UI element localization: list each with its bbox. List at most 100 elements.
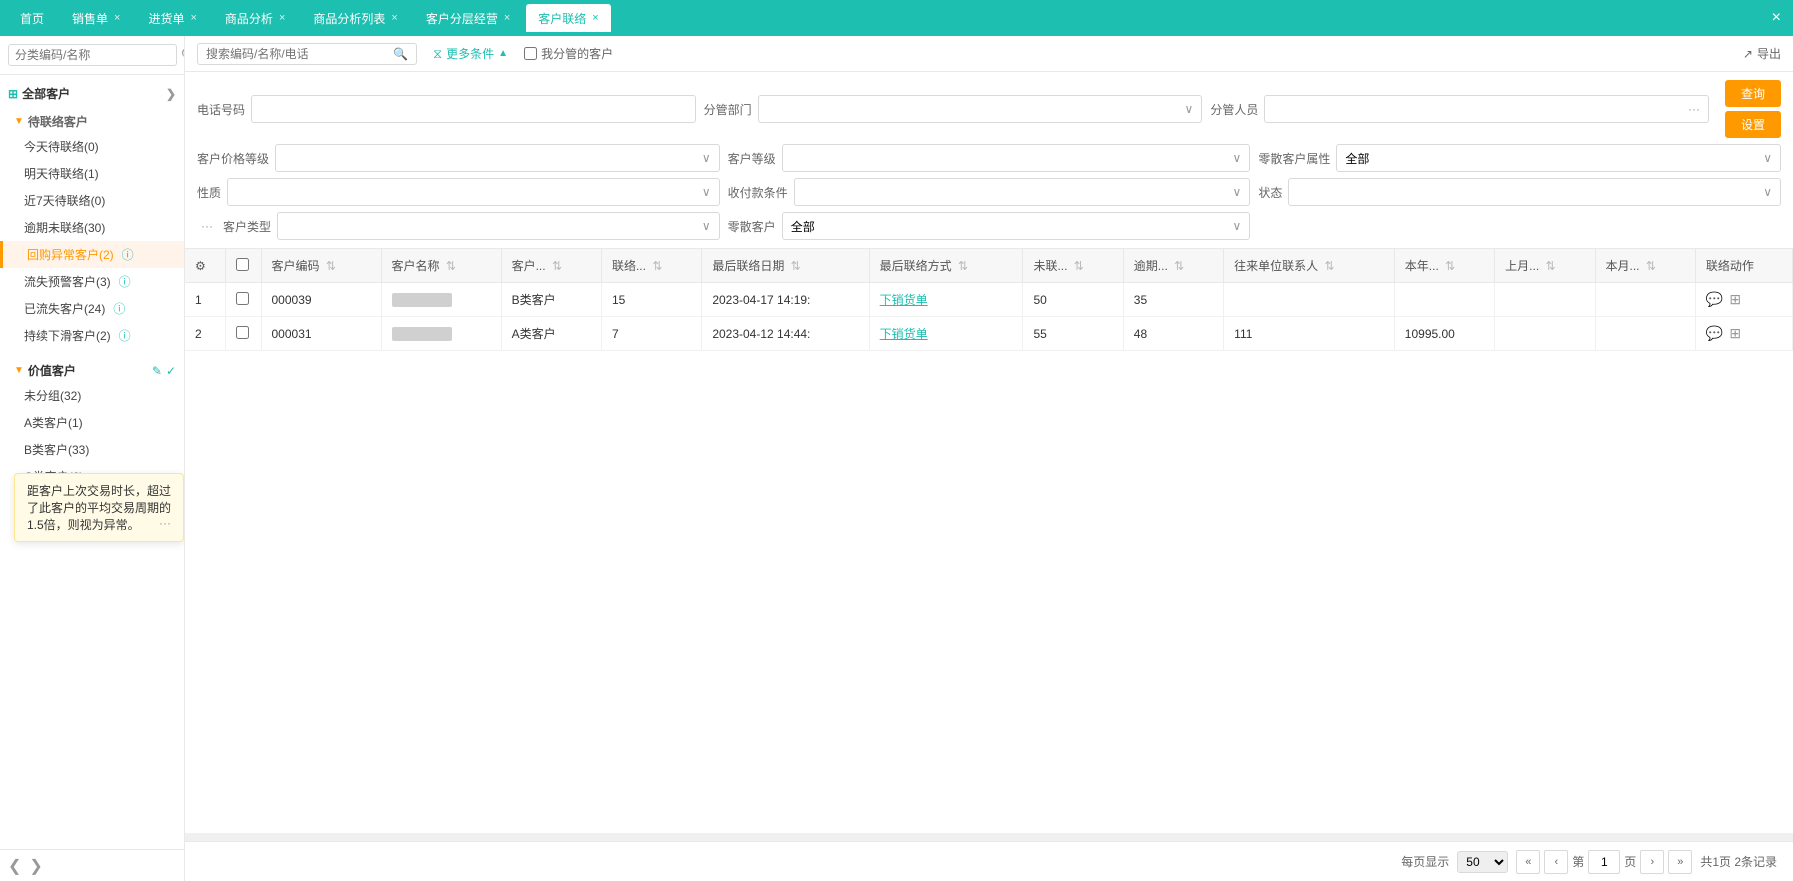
customer-type-field: ··· 客户类型 ∨ bbox=[197, 212, 720, 240]
sidebar-item-decline[interactable]: 持续下滑客户(2) ⓘ bbox=[0, 322, 184, 349]
payment-select[interactable]: ∨ bbox=[794, 178, 1251, 206]
td-overdue-1: 35 bbox=[1123, 283, 1223, 317]
sidebar-item-today[interactable]: 今天待联络(0) bbox=[0, 133, 184, 160]
status-select[interactable]: ∨ bbox=[1288, 178, 1781, 206]
contact-method-link-1[interactable]: 下销货单 bbox=[880, 293, 928, 307]
contact-method-link-2[interactable]: 下销货单 bbox=[880, 327, 928, 341]
sidebar-item-ungroup[interactable]: 未分组(32) bbox=[0, 382, 184, 409]
next-page-btn[interactable]: › bbox=[1640, 850, 1664, 874]
dept-select[interactable]: ∨ bbox=[758, 95, 1203, 123]
more-conditions-btn[interactable]: ⧖ 更多条件 ▲ bbox=[425, 42, 516, 65]
price-level-select[interactable]: ∨ bbox=[275, 144, 720, 172]
export-button[interactable]: ↗ 导出 bbox=[1743, 45, 1781, 62]
customer-level-select[interactable]: ∨ bbox=[782, 144, 1251, 172]
sidebar-next-icon[interactable]: ❯ bbox=[29, 856, 42, 876]
gear-icon[interactable]: ⚙ bbox=[195, 259, 206, 273]
sidebar-all-customers[interactable]: ⊞ 全部客户 ❯ bbox=[0, 79, 184, 108]
collapse-icon[interactable]: ❯ bbox=[166, 87, 176, 101]
content-area: 🔍 ⧖ 更多条件 ▲ 我分管的客户 ↗ 导出 电话号码 bbox=[185, 36, 1793, 881]
sidebar-tree: ⊞ 全部客户 ❯ ▼ 待联络客户 今天待联络(0) 明天待联络(1) 近7天待联… bbox=[0, 75, 184, 849]
sidebar-item-overdue[interactable]: 逾期未联络(30) bbox=[0, 214, 184, 241]
last-page-btn[interactable]: » bbox=[1668, 850, 1692, 874]
sidebar-search-input[interactable] bbox=[8, 44, 177, 66]
customer-name-blur-1 bbox=[392, 293, 452, 307]
grid-action-icon-2[interactable]: ⊞ bbox=[1729, 325, 1741, 342]
select-all-checkbox[interactable] bbox=[236, 258, 249, 271]
customer-type-select[interactable]: ∨ bbox=[277, 212, 720, 240]
prev-page-btn[interactable]: ‹ bbox=[1544, 850, 1568, 874]
sidebar-item-a-class[interactable]: A类客户(1) bbox=[0, 409, 184, 436]
page-size-select[interactable]: 50 100 bbox=[1457, 851, 1508, 873]
nav-home[interactable]: 首页 bbox=[8, 4, 56, 32]
nav-analysis-close[interactable]: × bbox=[279, 12, 285, 24]
sort-overdue-icon[interactable]: ⇅ bbox=[1174, 259, 1184, 273]
nav-purchase-close[interactable]: × bbox=[190, 12, 196, 24]
sort-method-icon[interactable]: ⇅ bbox=[958, 259, 968, 273]
table-row: 1 000039 B类客户 15 2023-04-17 14:19: 下销货单 bbox=[185, 283, 1793, 317]
nav-sales[interactable]: 销售单 × bbox=[60, 4, 132, 32]
sort-this-month-icon[interactable]: ⇅ bbox=[1646, 259, 1656, 273]
my-customers-checkbox-label[interactable]: 我分管的客户 bbox=[524, 45, 613, 62]
manager-select[interactable]: ··· bbox=[1264, 95, 1709, 123]
sort-type-icon[interactable]: ⇅ bbox=[552, 259, 562, 273]
tooltip-close-icon[interactable]: ··· bbox=[159, 516, 171, 530]
sort-contact-icon[interactable]: ⇅ bbox=[652, 259, 662, 273]
first-page-btn[interactable]: « bbox=[1516, 850, 1540, 874]
td-year-1 bbox=[1394, 283, 1494, 317]
phone-field: 电话号码 bbox=[197, 95, 696, 123]
chat-icon-1[interactable]: 💬 bbox=[1706, 291, 1723, 308]
dots-icon[interactable]: ··· bbox=[201, 219, 213, 233]
status-chevron-icon: ∨ bbox=[1763, 185, 1772, 199]
page-number-input[interactable] bbox=[1588, 850, 1620, 874]
td-contact-1: 15 bbox=[601, 283, 701, 317]
my-customers-checkbox[interactable] bbox=[524, 47, 537, 60]
price-customer-label[interactable]: 价值客户 bbox=[28, 362, 76, 379]
horizontal-scrollbar[interactable] bbox=[185, 833, 1793, 841]
sidebar-item-lost[interactable]: 已流失客户(24) ⓘ bbox=[0, 295, 184, 322]
sort-last-month-icon[interactable]: ⇅ bbox=[1546, 259, 1556, 273]
window-close-button[interactable]: × bbox=[1772, 9, 1781, 27]
sidebar-item-tomorrow[interactable]: 明天待联络(1) bbox=[0, 160, 184, 187]
retail-customer-select[interactable]: 全部 ∨ bbox=[782, 212, 1251, 240]
sort-date-icon[interactable]: ⇅ bbox=[791, 259, 801, 273]
nav-customer-contact-close[interactable]: × bbox=[592, 12, 598, 24]
main-search-input[interactable] bbox=[206, 47, 389, 61]
sort-year-icon[interactable]: ⇅ bbox=[1445, 259, 1455, 273]
grid-action-icon-1[interactable]: ⊞ bbox=[1729, 291, 1741, 308]
sidebar-item-7days[interactable]: 近7天待联络(0) bbox=[0, 187, 184, 214]
row1-checkbox[interactable] bbox=[236, 292, 249, 305]
sidebar-item-lose-warn[interactable]: 流失预警客户(3) ⓘ bbox=[0, 268, 184, 295]
sidebar-item-b-class[interactable]: B类客户(33) bbox=[0, 436, 184, 463]
phone-input[interactable] bbox=[251, 95, 696, 123]
nav-customer-tier-close[interactable]: × bbox=[504, 12, 510, 24]
search-icon[interactable]: 🔍 bbox=[393, 47, 408, 61]
nav-customer-contact[interactable]: 客户联络 × bbox=[526, 4, 610, 32]
settings-button[interactable]: 设置 bbox=[1725, 111, 1781, 138]
sort-no-contact-icon[interactable]: ⇅ bbox=[1074, 259, 1084, 273]
td-code-1: 000039 bbox=[261, 283, 381, 317]
edit-icon[interactable]: ✎ bbox=[152, 364, 162, 378]
nav-purchase[interactable]: 进货单 × bbox=[136, 4, 208, 32]
td-name-2 bbox=[381, 317, 501, 351]
nav-analysis-list[interactable]: 商品分析列表 × bbox=[301, 4, 409, 32]
row2-checkbox[interactable] bbox=[236, 326, 249, 339]
td-last-month-2 bbox=[1495, 317, 1595, 351]
nav-analysis-list-close[interactable]: × bbox=[391, 12, 397, 24]
chat-icon-2[interactable]: 💬 bbox=[1706, 325, 1723, 342]
nav-customer-tier[interactable]: 客户分层经营 × bbox=[414, 4, 522, 32]
sidebar-prev-icon[interactable]: ❮ bbox=[8, 856, 21, 876]
sidebar-pending-group[interactable]: ▼ 待联络客户 bbox=[0, 108, 184, 133]
export-icon: ↗ bbox=[1743, 47, 1753, 61]
dept-field: 分管部门 ∨ bbox=[704, 95, 1203, 123]
gender-select[interactable]: ∨ bbox=[227, 178, 720, 206]
nav-analysis[interactable]: 商品分析 × bbox=[213, 4, 297, 32]
sort-code-icon[interactable]: ⇅ bbox=[326, 259, 336, 273]
nav-sales-close[interactable]: × bbox=[114, 12, 120, 24]
sort-person-icon[interactable]: ⇅ bbox=[1325, 259, 1335, 273]
retail-attr-select[interactable]: 全部 ∨ bbox=[1336, 144, 1781, 172]
sidebar-item-repeat-buy[interactable]: 回购异常客户(2) ⓘ bbox=[0, 241, 184, 268]
check-icon[interactable]: ✓ bbox=[166, 364, 176, 378]
filter-row-2: 客户价格等级 ∨ 客户等级 ∨ 零散客户属性 全部 bbox=[197, 144, 1781, 172]
sort-name-icon[interactable]: ⇅ bbox=[446, 259, 456, 273]
query-button[interactable]: 查询 bbox=[1725, 80, 1781, 107]
